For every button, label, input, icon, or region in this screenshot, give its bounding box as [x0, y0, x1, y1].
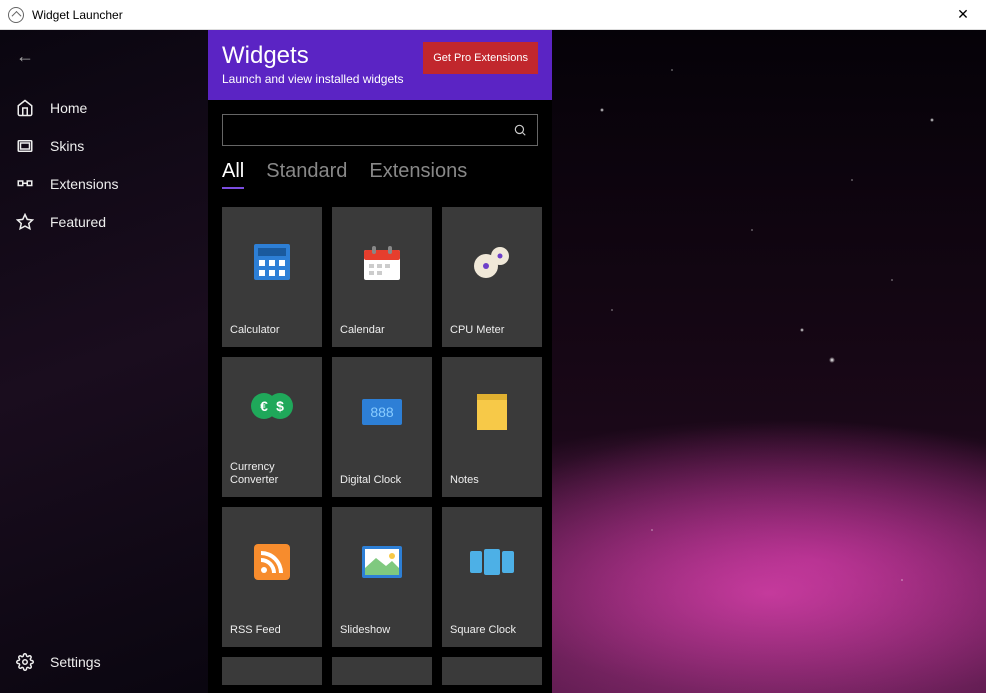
rss-icon: [222, 507, 322, 618]
nav: Home Skins Extensions Featured: [0, 89, 208, 643]
sidebar-item-label: Extensions: [50, 176, 118, 192]
digital-icon: 888: [332, 357, 432, 468]
search-box[interactable]: [222, 114, 538, 146]
widget-label: Calendar: [332, 318, 432, 347]
sidebar-item-label: Home: [50, 100, 87, 116]
widget-label: Slideshow: [332, 618, 432, 647]
widget-tile-slideshow[interactable]: Slideshow: [332, 507, 432, 647]
svg-text:€: €: [260, 398, 268, 414]
sidebar: ← Home Skins Extensions Featured Settings: [0, 30, 208, 693]
extensions-icon: [16, 175, 34, 193]
sidebar-item-featured[interactable]: Featured: [0, 203, 208, 241]
widget-tile-calendar[interactable]: Calendar: [332, 207, 432, 347]
widget-tile-rss-feed[interactable]: RSS Feed: [222, 507, 322, 647]
sidebar-item-skins[interactable]: Skins: [0, 127, 208, 165]
search-input[interactable]: [233, 123, 513, 138]
widget-tile-calculator[interactable]: Calculator: [222, 207, 322, 347]
widget-label: CPU Meter: [442, 318, 542, 347]
tab-standard[interactable]: Standard: [266, 160, 347, 189]
notes-icon: [442, 357, 542, 468]
widget-label: Currency Converter: [222, 455, 322, 497]
skins-icon: [16, 137, 34, 155]
widget-tile-cpu-meter[interactable]: CPU Meter: [442, 207, 542, 347]
page-title: Widgets: [222, 42, 403, 70]
widget-tile-placeholder[interactable]: [332, 657, 432, 685]
widget-grid: CalculatorCalendarCPU Meter€$Currency Co…: [208, 197, 552, 693]
settings-label: Settings: [50, 654, 101, 670]
page-subtitle: Launch and view installed widgets: [222, 72, 403, 86]
widget-tile-square-clock[interactable]: Square Clock: [442, 507, 542, 647]
widget-tile-placeholder[interactable]: [222, 657, 322, 685]
gear-icon: [16, 653, 34, 671]
main-panel: Widgets Launch and view installed widget…: [208, 30, 552, 693]
desktop-wallpaper: [552, 30, 986, 693]
cpu-icon: [442, 207, 542, 318]
tab-all[interactable]: All: [222, 160, 244, 189]
widget-label: Notes: [442, 468, 542, 497]
widget-label: Calculator: [222, 318, 322, 347]
app-icon: [8, 7, 24, 23]
calculator-icon: [222, 207, 322, 318]
sidebar-item-label: Skins: [50, 138, 84, 154]
tab-extensions[interactable]: Extensions: [369, 160, 467, 189]
header: Widgets Launch and view installed widget…: [208, 30, 552, 100]
titlebar: Widget Launcher ✕: [0, 0, 986, 30]
svg-text:$: $: [276, 398, 284, 414]
home-icon: [16, 99, 34, 117]
widget-label: Digital Clock: [332, 468, 432, 497]
calendar-icon: [332, 207, 432, 318]
widget-tile-currency-converter[interactable]: €$Currency Converter: [222, 357, 322, 497]
settings-button[interactable]: Settings: [0, 643, 208, 681]
search-icon: [513, 123, 527, 137]
window-title: Widget Launcher: [32, 8, 948, 22]
widget-tile-notes[interactable]: Notes: [442, 357, 542, 497]
svg-text:888: 888: [370, 404, 394, 420]
square-icon: [442, 507, 542, 618]
back-button[interactable]: ←: [0, 40, 208, 73]
slideshow-icon: [332, 507, 432, 618]
widget-label: RSS Feed: [222, 618, 322, 647]
close-button[interactable]: ✕: [948, 0, 978, 30]
filter-tabs: All Standard Extensions: [208, 160, 552, 197]
widget-tile-digital-clock[interactable]: 888 Digital Clock: [332, 357, 432, 497]
widget-tile-placeholder[interactable]: [442, 657, 542, 685]
star-icon: [16, 213, 34, 231]
get-pro-button[interactable]: Get Pro Extensions: [423, 42, 538, 74]
widget-label: Square Clock: [442, 618, 542, 647]
sidebar-item-extensions[interactable]: Extensions: [0, 165, 208, 203]
sidebar-item-label: Featured: [50, 214, 106, 230]
sidebar-item-home[interactable]: Home: [0, 89, 208, 127]
currency-icon: €$: [222, 357, 322, 455]
